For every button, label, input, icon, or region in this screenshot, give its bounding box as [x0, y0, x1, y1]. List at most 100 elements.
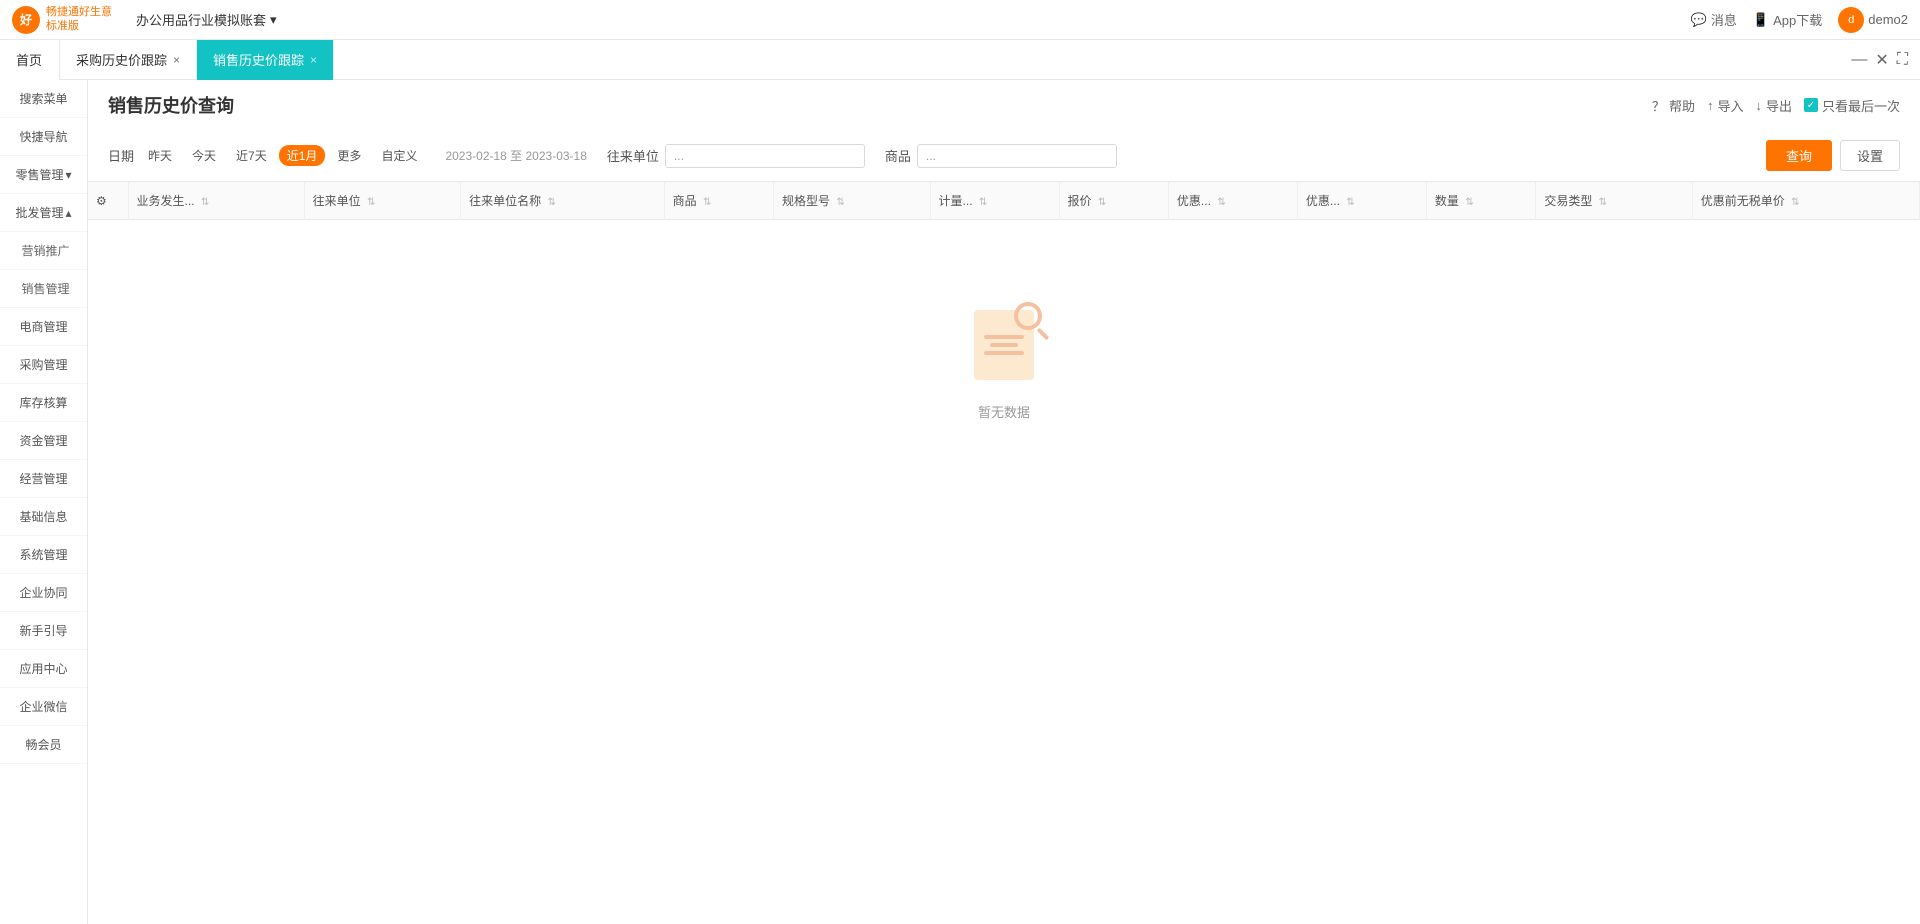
messages-btn[interactable]: 💬 消息	[1691, 10, 1737, 29]
import-icon: ↑	[1707, 98, 1714, 113]
date-opt-1month[interactable]: 近1月	[279, 145, 326, 166]
sidebar-item-operations[interactable]: 经营管理	[0, 460, 87, 498]
date-opt-today[interactable]: 今天	[184, 145, 224, 166]
chevron-down-icon: ▾	[65, 168, 71, 182]
table-header-trade-type[interactable]: 交易类型 ⇅	[1536, 182, 1692, 220]
partner-filter: 往来单位 ...	[607, 144, 865, 168]
table-header-quote[interactable]: 报价 ⇅	[1059, 182, 1168, 220]
only-last-checkbox[interactable]: ✓ 只看最后一次	[1804, 96, 1900, 115]
sort-icon: ⇅	[1217, 197, 1225, 208]
date-opt-custom[interactable]: 自定义	[373, 145, 425, 166]
sidebar-item-member[interactable]: 畅会员	[0, 726, 87, 764]
help-btn[interactable]: ？ 帮助	[1652, 96, 1695, 115]
message-icon: 💬	[1691, 12, 1707, 28]
date-opt-yesterday[interactable]: 昨天	[140, 145, 180, 166]
sidebar-item-enterprise-collab[interactable]: 企业协同	[0, 574, 87, 612]
user-profile[interactable]: d demo2	[1838, 7, 1908, 33]
sidebar-item-system[interactable]: 系统管理	[0, 536, 87, 574]
minimize-icon[interactable]: —	[1851, 51, 1867, 69]
top-bar-right: 💬 消息 📱 App下载 d demo2	[1691, 7, 1908, 33]
sidebar-item-search[interactable]: 搜索菜单	[0, 80, 87, 118]
table-header-discount1[interactable]: 优惠... ⇅	[1168, 182, 1297, 220]
sort-icon: ⇅	[367, 197, 375, 208]
app-selector[interactable]: 办公用品行业模拟账套 ▾	[136, 10, 277, 29]
main-layout: 搜索菜单 快捷导航 零售管理 ▾ 批发管理 ▴ 营销推广 销售管理 电商管理 采…	[0, 80, 1920, 924]
sidebar-item-ecommerce[interactable]: 电商管理	[0, 308, 87, 346]
table-header-unit[interactable]: 计量... ⇅	[930, 182, 1059, 220]
logo-text: 畅捷通好生意 标准版	[46, 6, 112, 32]
tab-sales-history[interactable]: 销售历史价跟踪 ×	[197, 40, 334, 80]
top-bar-left: 好 畅捷通好生意 标准版 办公用品行业模拟账套 ▾	[12, 6, 277, 34]
table-header-gear[interactable]: ⚙	[88, 182, 128, 220]
export-icon: ↓	[1755, 98, 1762, 113]
table-header-qty[interactable]: 数量 ⇅	[1426, 182, 1535, 220]
tab-window-actions: — ✕ ⛶	[1851, 50, 1920, 70]
page-header: 销售历史价查询 ？ 帮助 ↑ 导入 ↓ 导出 ✓	[88, 80, 1920, 130]
date-options: 昨天 今天 近7天 近1月 更多 自定义	[140, 145, 425, 166]
date-opt-more[interactable]: 更多	[329, 145, 369, 166]
sidebar-item-app-center[interactable]: 应用中心	[0, 650, 87, 688]
page-title-row: 销售历史价查询 ？ 帮助 ↑ 导入 ↓ 导出 ✓	[108, 92, 1900, 118]
tab-purchase-history[interactable]: 采购历史价跟踪 ×	[60, 40, 197, 80]
goods-input[interactable]: ...	[917, 144, 1117, 168]
sidebar-item-finance[interactable]: 资金管理	[0, 422, 87, 460]
sort-icon: ⇅	[201, 197, 209, 208]
import-btn[interactable]: ↑ 导入	[1707, 96, 1744, 115]
tab-sales-close-icon[interactable]: ×	[310, 53, 317, 67]
download-icon: 📱	[1753, 12, 1769, 28]
table-header-partner-name[interactable]: 往来单位名称 ⇅	[461, 182, 665, 220]
close-window-icon[interactable]: ✕	[1875, 50, 1888, 70]
query-button[interactable]: 查询	[1766, 140, 1832, 171]
sidebar-item-marketing[interactable]: 营销推广	[0, 232, 87, 270]
sort-icon: ⇅	[547, 197, 555, 208]
partner-input[interactable]: ...	[665, 144, 865, 168]
date-opt-7days[interactable]: 近7天	[228, 145, 275, 166]
export-btn[interactable]: ↓ 导出	[1755, 96, 1792, 115]
date-filter: 日期 昨天 今天 近7天 近1月 更多 自定义	[108, 145, 425, 166]
magnify-handle	[1037, 328, 1050, 341]
table-header-discount2[interactable]: 优惠... ⇅	[1297, 182, 1426, 220]
settings-button[interactable]: 设置	[1840, 140, 1900, 171]
quicknav-label: 快捷导航	[19, 130, 67, 144]
data-table: ⚙ 业务发生... ⇅ 往来单位 ⇅ 往来单位名称 ⇅	[88, 182, 1920, 220]
page-actions: ？ 帮助 ↑ 导入 ↓ 导出 ✓ 只看最后一次	[1652, 96, 1900, 115]
sidebar: 搜索菜单 快捷导航 零售管理 ▾ 批发管理 ▴ 营销推广 销售管理 电商管理 采…	[0, 80, 88, 924]
logo-area: 好 畅捷通好生意 标准版	[12, 6, 112, 34]
content-area: 销售历史价查询 ？ 帮助 ↑ 导入 ↓ 导出 ✓	[88, 80, 1920, 924]
search-menu-label: 搜索菜单	[19, 92, 67, 106]
sort-icon: ⇅	[836, 197, 844, 208]
goods-filter: 商品 ...	[885, 144, 1117, 168]
app-download-btn[interactable]: 📱 App下载	[1753, 10, 1822, 29]
sort-icon: ⇅	[1791, 197, 1799, 208]
tab-home[interactable]: 首页	[0, 40, 60, 80]
table-header-goods[interactable]: 商品 ⇅	[664, 182, 773, 220]
sort-icon: ⇅	[1599, 197, 1607, 208]
top-bar: 好 畅捷通好生意 标准版 办公用品行业模拟账套 ▾ 💬 消息 📱 App下载 d…	[0, 0, 1920, 40]
table-header-spec[interactable]: 规格型号 ⇅	[774, 182, 930, 220]
empty-doc-icon	[974, 310, 1034, 380]
table-header-pre-tax[interactable]: 优惠前无税单价 ⇅	[1692, 182, 1919, 220]
sidebar-item-inventory[interactable]: 库存核算	[0, 384, 87, 422]
sort-icon: ⇅	[1465, 197, 1473, 208]
sidebar-item-basic-info[interactable]: 基础信息	[0, 498, 87, 536]
sidebar-item-purchase[interactable]: 采购管理	[0, 346, 87, 384]
date-range-display: 2023-02-18 至 2023-03-18	[445, 147, 586, 164]
empty-text: 暂无数据	[978, 402, 1030, 421]
table-header-partner-code[interactable]: 往来单位 ⇅	[304, 182, 460, 220]
tab-purchase-close-icon[interactable]: ×	[173, 53, 180, 67]
help-icon: ？	[1652, 96, 1665, 115]
sidebar-item-wholesale[interactable]: 批发管理 ▴	[0, 194, 87, 232]
maximize-icon[interactable]: ⛶	[1897, 51, 1908, 69]
sidebar-item-beginner[interactable]: 新手引导	[0, 612, 87, 650]
sort-icon: ⇅	[979, 197, 987, 208]
chevron-up-icon: ▴	[65, 206, 71, 220]
sidebar-item-retail[interactable]: 零售管理 ▾	[0, 156, 87, 194]
sort-icon: ⇅	[703, 197, 711, 208]
sidebar-item-enterprise-wechat[interactable]: 企业微信	[0, 688, 87, 726]
table-header-biz-date[interactable]: 业务发生... ⇅	[128, 182, 304, 220]
filter-right: 查询 设置	[1766, 140, 1900, 171]
doc-line-1	[984, 335, 1024, 339]
checkbox-icon: ✓	[1804, 98, 1818, 112]
sidebar-item-quicknav[interactable]: 快捷导航	[0, 118, 87, 156]
sidebar-item-sales-mgmt[interactable]: 销售管理	[0, 270, 87, 308]
